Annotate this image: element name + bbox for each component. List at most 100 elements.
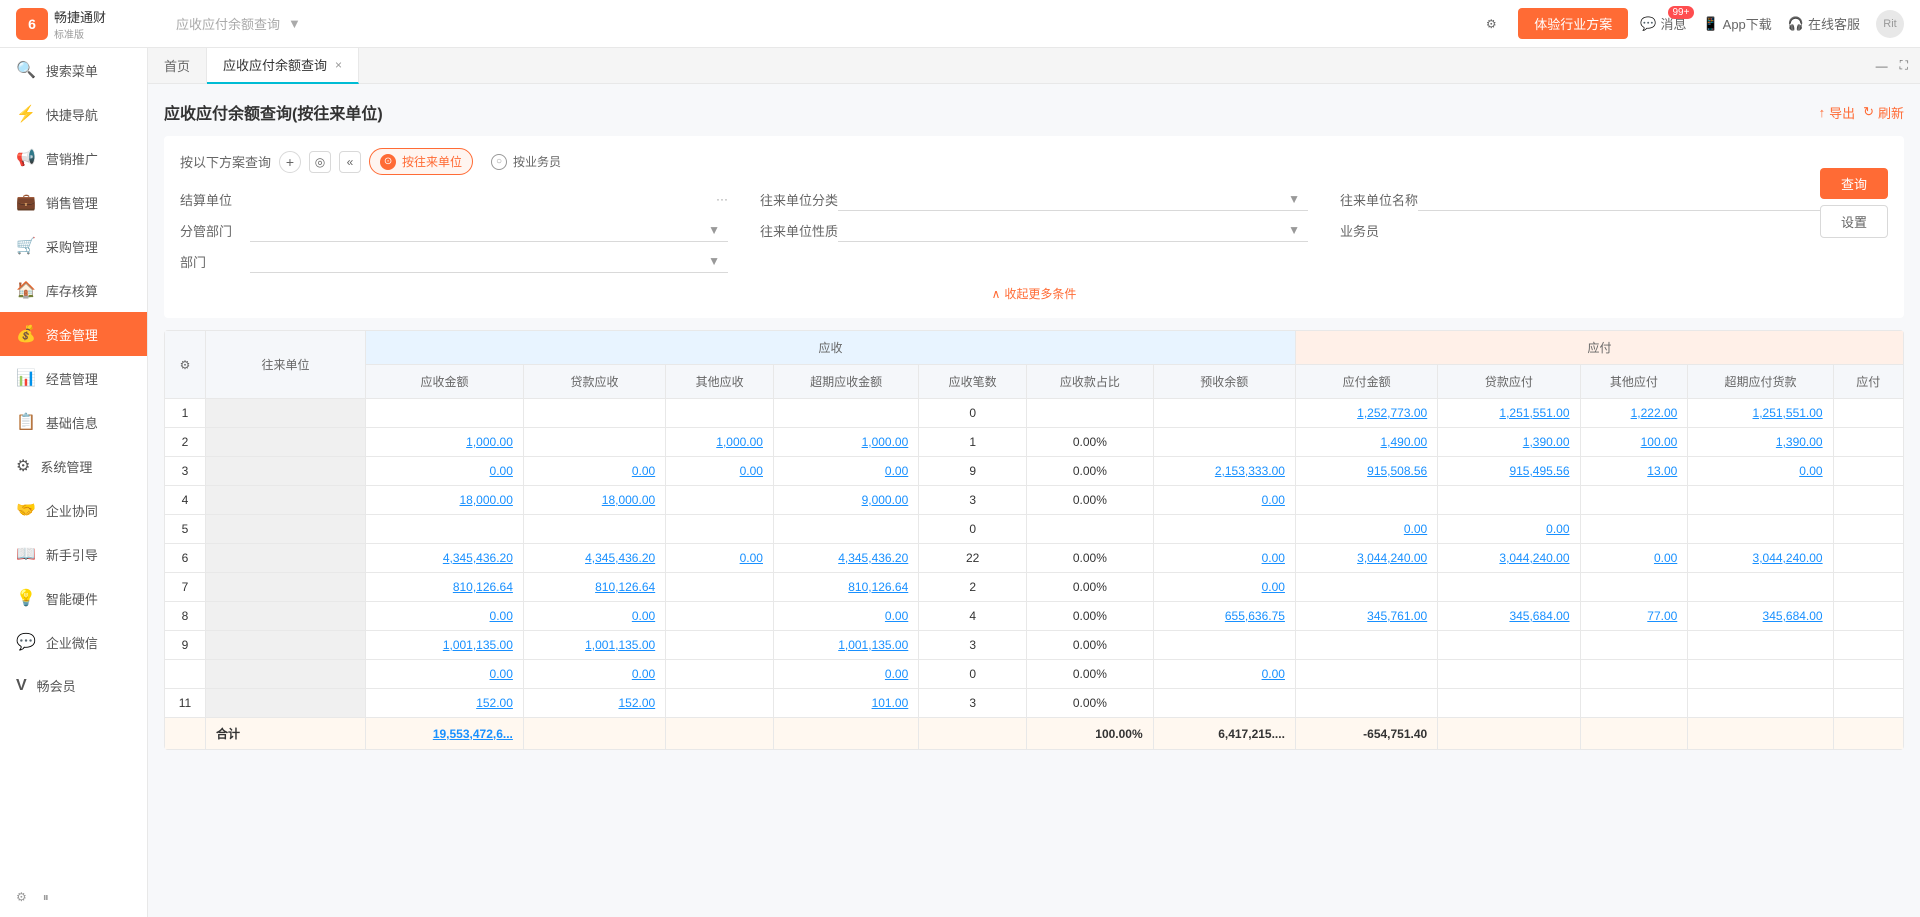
table-cell[interactable]: 18,000.00 bbox=[366, 486, 524, 515]
table-cell[interactable]: 915,495.56 bbox=[1438, 457, 1580, 486]
table-cell[interactable]: 2,153,333.00 bbox=[1153, 457, 1295, 486]
table-settings-icon[interactable]: ⚙ bbox=[175, 355, 195, 375]
sidebar-item-wechat[interactable]: 💬 企业微信 bbox=[0, 620, 147, 664]
promo-button[interactable]: 体验行业方案 bbox=[1518, 8, 1628, 39]
sidebar-bottom-pause[interactable]: ⏸ bbox=[43, 890, 49, 905]
table-cell[interactable]: 345,761.00 bbox=[1295, 602, 1437, 631]
table-cell[interactable]: 810,126.64 bbox=[523, 573, 665, 602]
table-cell[interactable]: 0.00 bbox=[773, 660, 918, 689]
table-cell[interactable]: 152.00 bbox=[523, 689, 665, 718]
sidebar-item-operations[interactable]: 📊 经营管理 bbox=[0, 356, 147, 400]
sidebar-bottom-settings[interactable]: ⚙ bbox=[16, 890, 27, 905]
table-cell[interactable]: 4,345,436.20 bbox=[366, 544, 524, 573]
table-cell[interactable]: 0.00 bbox=[523, 457, 665, 486]
table-cell[interactable]: 1,222.00 bbox=[1580, 399, 1688, 428]
table-cell[interactable]: 0.00 bbox=[523, 660, 665, 689]
partner-category-select[interactable]: ▼ bbox=[838, 188, 1308, 211]
table-cell[interactable]: 0.00 bbox=[666, 544, 774, 573]
table-cell[interactable]: 1,251,551.00 bbox=[1688, 399, 1833, 428]
filter-add-button[interactable]: + bbox=[279, 151, 301, 173]
table-cell[interactable]: 1,390.00 bbox=[1688, 428, 1833, 457]
table-cell[interactable]: 1,001,135.00 bbox=[773, 631, 918, 660]
table-cell[interactable]: 1,252,773.00 bbox=[1295, 399, 1437, 428]
settlement-input[interactable]: ··· bbox=[250, 192, 728, 206]
table-cell[interactable]: 152.00 bbox=[366, 689, 524, 718]
table-cell[interactable]: 3,044,240.00 bbox=[1438, 544, 1580, 573]
col-settings[interactable]: ⚙ bbox=[165, 331, 206, 399]
table-cell[interactable]: 0.00 bbox=[366, 602, 524, 631]
table-cell[interactable]: 1,001,135.00 bbox=[366, 631, 524, 660]
table-cell[interactable]: 0.00 bbox=[1153, 573, 1295, 602]
table-cell[interactable]: 3,044,240.00 bbox=[1688, 544, 1833, 573]
tab-home[interactable]: 首页 bbox=[148, 48, 207, 84]
filter-collapse-button[interactable]: « bbox=[339, 151, 361, 173]
table-cell[interactable]: 0.00 bbox=[1153, 660, 1295, 689]
user-avatar[interactable]: Rit bbox=[1876, 10, 1904, 38]
sidebar-item-purchase[interactable]: 🛒 采购管理 bbox=[0, 224, 147, 268]
sidebar-item-marketing[interactable]: 📢 营销推广 bbox=[0, 136, 147, 180]
table-cell[interactable]: 345,684.00 bbox=[1438, 602, 1580, 631]
table-cell[interactable]: 1,001,135.00 bbox=[523, 631, 665, 660]
table-cell[interactable]: 345,684.00 bbox=[1688, 602, 1833, 631]
settings-icon[interactable]: ⚙ bbox=[1476, 9, 1506, 39]
tab-minimize-icon[interactable]: — bbox=[1876, 59, 1888, 73]
table-cell[interactable]: 0.00 bbox=[1438, 515, 1580, 544]
table-cell[interactable]: 0.00 bbox=[1153, 544, 1295, 573]
table-cell[interactable]: 4,345,436.20 bbox=[773, 544, 918, 573]
table-cell[interactable]: 810,126.64 bbox=[366, 573, 524, 602]
table-cell[interactable]: 100.00 bbox=[1580, 428, 1688, 457]
table-cell[interactable]: 1,490.00 bbox=[1295, 428, 1437, 457]
table-cell[interactable]: 0.00 bbox=[1295, 515, 1437, 544]
partner-type-select[interactable]: ▼ bbox=[838, 219, 1308, 242]
filter-option-partner[interactable]: ⊙ 按往来单位 bbox=[369, 148, 473, 175]
department-select[interactable]: ▼ bbox=[250, 250, 728, 273]
table-cell[interactable]: 18,000.00 bbox=[523, 486, 665, 515]
table-cell[interactable]: 1,251,551.00 bbox=[1438, 399, 1580, 428]
sidebar-item-guide[interactable]: 📖 新手引导 bbox=[0, 532, 147, 576]
footer-receivable-amount[interactable]: 19,553,472,6... bbox=[366, 718, 524, 750]
sidebar-item-search[interactable]: 🔍 搜索菜单 bbox=[0, 48, 147, 92]
table-cell[interactable]: 4,345,436.20 bbox=[523, 544, 665, 573]
partner-name-input[interactable] bbox=[1418, 187, 1888, 211]
table-cell[interactable]: 0.00 bbox=[523, 602, 665, 631]
table-cell[interactable]: 1,000.00 bbox=[366, 428, 524, 457]
tab-maximize-icon[interactable]: ⛶ bbox=[1900, 58, 1908, 73]
app-download-item[interactable]: 📱 App下载 bbox=[1702, 14, 1771, 33]
sidebar-item-sales[interactable]: 💼 销售管理 bbox=[0, 180, 147, 224]
table-cell[interactable]: 0.00 bbox=[666, 457, 774, 486]
table-cell[interactable]: 0.00 bbox=[366, 660, 524, 689]
table-cell[interactable]: 0.00 bbox=[1580, 544, 1688, 573]
table-cell[interactable]: 0.00 bbox=[773, 602, 918, 631]
table-cell[interactable]: 1,390.00 bbox=[1438, 428, 1580, 457]
filter-settings-btn[interactable]: 设置 bbox=[1820, 205, 1888, 238]
online-service-item[interactable]: 🎧 在线客服 bbox=[1788, 14, 1860, 33]
table-cell[interactable]: 0.00 bbox=[1153, 486, 1295, 515]
refresh-button[interactable]: ↻ 刷新 bbox=[1863, 103, 1904, 122]
salesman-input[interactable]: ··· bbox=[1410, 224, 1888, 238]
sidebar-item-inventory[interactable]: 🏠 库存核算 bbox=[0, 268, 147, 312]
export-button[interactable]: ↑ 导出 bbox=[1819, 103, 1856, 122]
sidebar-item-system[interactable]: ⚙ 系统管理 bbox=[0, 444, 147, 488]
table-cell[interactable]: 1,000.00 bbox=[773, 428, 918, 457]
table-cell[interactable]: 0.00 bbox=[773, 457, 918, 486]
dept-select[interactable]: ▼ bbox=[250, 219, 728, 242]
tab-query[interactable]: 应收应付余额查询 × bbox=[207, 48, 359, 84]
tab-close-icon[interactable]: × bbox=[335, 58, 342, 72]
sidebar-item-base[interactable]: 📋 基础信息 bbox=[0, 400, 147, 444]
table-cell[interactable]: 3,044,240.00 bbox=[1295, 544, 1437, 573]
filter-option-salesman[interactable]: ○ 按业务员 bbox=[481, 149, 571, 174]
table-cell[interactable]: 77.00 bbox=[1580, 602, 1688, 631]
table-cell[interactable]: 0.00 bbox=[1688, 457, 1833, 486]
filter-settings-button[interactable]: ◎ bbox=[309, 151, 331, 173]
table-cell[interactable]: 13.00 bbox=[1580, 457, 1688, 486]
collapse-button[interactable]: ∧ 收起更多条件 bbox=[180, 281, 1888, 306]
table-cell[interactable]: 101.00 bbox=[773, 689, 918, 718]
table-cell[interactable]: 9,000.00 bbox=[773, 486, 918, 515]
table-cell[interactable]: 915,508.56 bbox=[1295, 457, 1437, 486]
message-item[interactable]: 💬 消息 99+ bbox=[1640, 14, 1686, 33]
table-cell[interactable]: 1,000.00 bbox=[666, 428, 774, 457]
table-cell[interactable]: 810,126.64 bbox=[773, 573, 918, 602]
sidebar-item-enterprise[interactable]: 🤝 企业协同 bbox=[0, 488, 147, 532]
sidebar-item-vip[interactable]: V 畅会员 bbox=[0, 664, 147, 707]
sidebar-item-hardware[interactable]: 💡 智能硬件 bbox=[0, 576, 147, 620]
